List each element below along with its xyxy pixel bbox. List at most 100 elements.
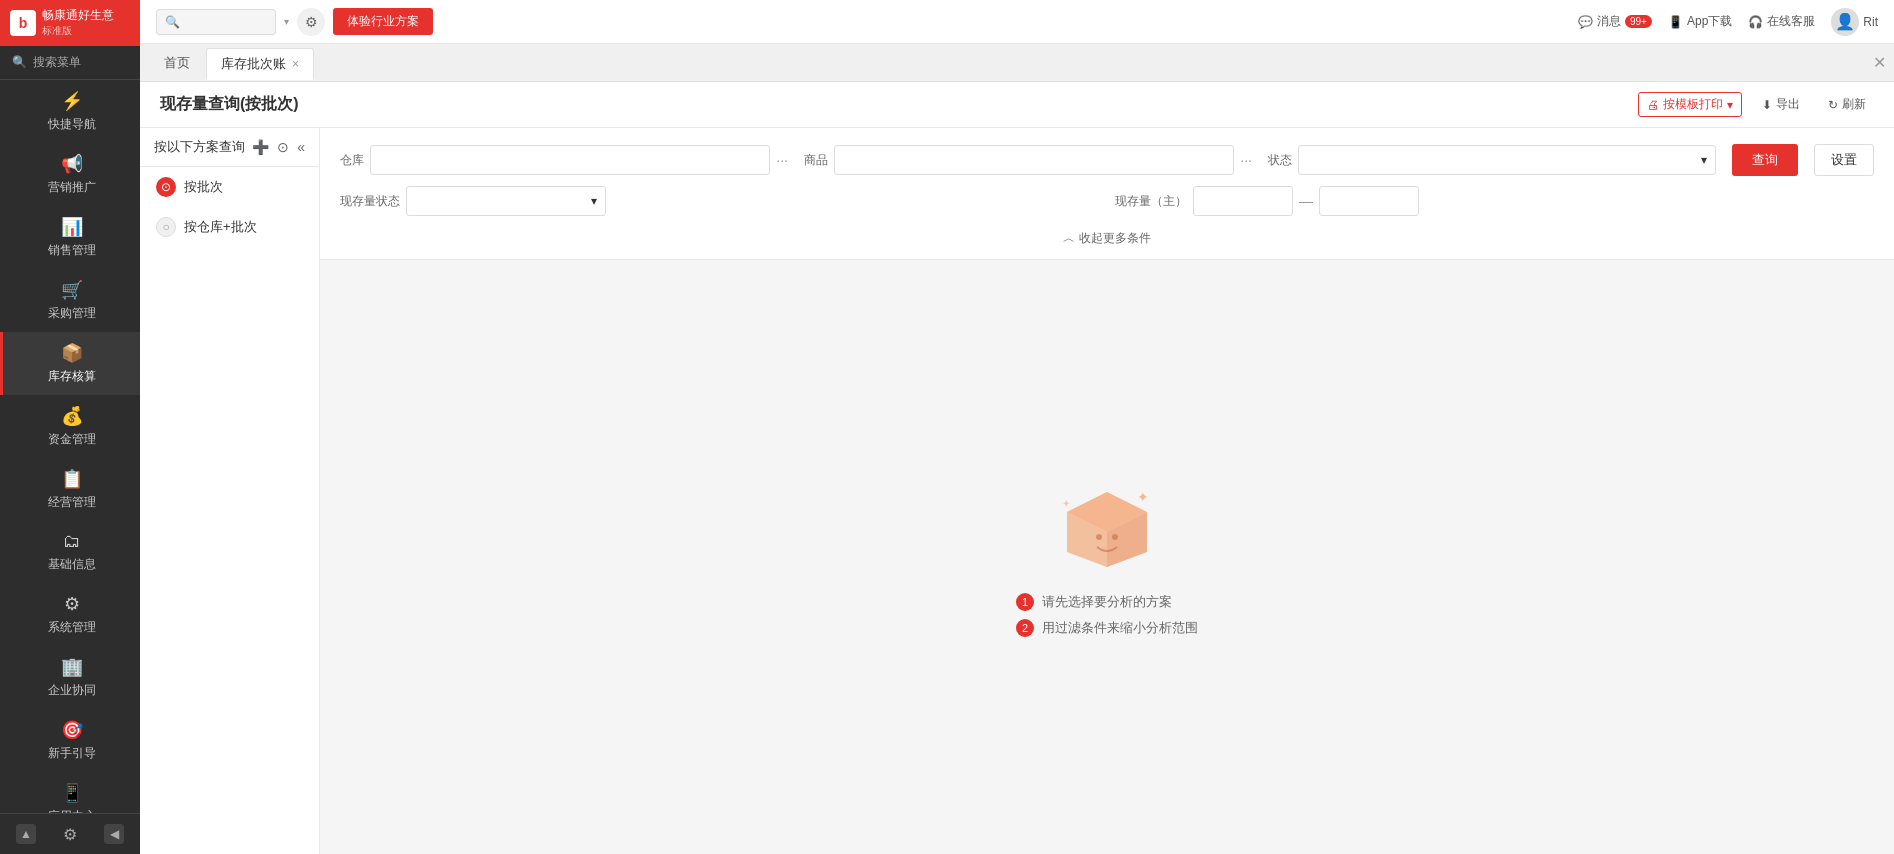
top-bar-left: 🔍 ▾ ⚙ 体验行业方案	[156, 8, 1566, 36]
filter-row-1: 仓库 ··· 商品 ··· 状态 ▾	[340, 144, 1874, 176]
filter-settings-btn[interactable]: ⊙	[277, 139, 289, 155]
inventory-status-select[interactable]: ▾	[406, 186, 606, 216]
messages-btn[interactable]: 💬 消息 99+	[1578, 13, 1652, 30]
print-dropdown-arrow[interactable]: ▾	[1727, 98, 1733, 112]
sidebar-item-guide[interactable]: 🎯 新手引导	[0, 709, 140, 772]
step-2-circle: 2	[1016, 619, 1034, 637]
sidebar-item-enterprise[interactable]: 🏢 企业协同	[0, 646, 140, 709]
search-icon: 🔍	[165, 15, 180, 29]
filter-add-btn[interactable]: ➕	[252, 139, 269, 155]
svg-text:✦: ✦	[1062, 498, 1070, 509]
search-dropdown-arrow[interactable]: ▾	[284, 16, 289, 27]
print-btn[interactable]: 🖨 按模板打印 ▾	[1638, 92, 1742, 117]
product-input[interactable]	[834, 145, 1234, 175]
sidebar-item-label: 基础信息	[48, 556, 96, 573]
purchase-icon: 🛒	[61, 279, 83, 301]
search-icon: 🔍	[12, 55, 27, 69]
settings-footer-btn[interactable]: ⚙	[63, 825, 77, 844]
enterprise-icon: 🏢	[61, 656, 83, 678]
filter-collapse-btn[interactable]: «	[297, 139, 305, 155]
sidebar-item-purchase[interactable]: 🛒 采购管理	[0, 269, 140, 332]
quick-nav-icon: ⚡	[61, 90, 83, 112]
sidebar-item-quick-nav[interactable]: ⚡ 快捷导航	[0, 80, 140, 143]
inventory-qty-to-input[interactable]	[1319, 186, 1419, 216]
sidebar-item-basic[interactable]: 🗂 基础信息	[0, 521, 140, 583]
tab-close-btn[interactable]: ×	[292, 57, 299, 71]
system-icon: ⚙	[64, 593, 80, 615]
sidebar-item-apps[interactable]: 📱 应用中心	[0, 772, 140, 813]
top-search-input[interactable]	[184, 15, 264, 29]
sidebar-item-system[interactable]: ⚙ 系统管理	[0, 583, 140, 646]
product-more-btn[interactable]: ···	[1240, 152, 1252, 168]
sidebar-item-operation[interactable]: 📋 经营管理	[0, 458, 140, 521]
app-download-btn[interactable]: 📱 App下载	[1668, 13, 1732, 30]
filter-panel-title: 按以下方案查询	[154, 138, 245, 156]
inventory-status-field: 现存量状态 ▾	[340, 186, 1099, 216]
messages-icon: 💬	[1578, 15, 1593, 29]
empty-state: ✦ ✦ 1 请先选择要分析的方案 2 用过滤条件来缩小分析范围	[320, 260, 1894, 854]
top-bar-right: 💬 消息 99+ 📱 App下载 🎧 在线客服 👤 Rit	[1578, 8, 1878, 36]
qty-separator: —	[1299, 193, 1313, 209]
filter-item-icon-inactive: ○	[156, 217, 176, 237]
filter-row-2: 现存量状态 ▾ 现存量（主） —	[340, 186, 1874, 216]
experience-btn[interactable]: 体验行业方案	[333, 8, 433, 35]
filter-item-by-batch[interactable]: ⊙ 按批次	[140, 167, 319, 207]
sidebar-footer: ▲ ⚙ ◀	[0, 813, 140, 854]
sidebar-item-sales[interactable]: 📊 销售管理	[0, 206, 140, 269]
tab-panel-close-btn[interactable]: ✕	[1873, 53, 1886, 72]
phone-icon: 📱	[1668, 15, 1683, 29]
step-1-circle: 1	[1016, 593, 1034, 611]
top-search-box[interactable]: 🔍	[156, 9, 276, 35]
inventory-qty-from-input[interactable]	[1193, 186, 1293, 216]
status-select[interactable]: ▾	[1298, 145, 1716, 175]
sidebar-item-marketing[interactable]: 📢 营销推广	[0, 143, 140, 206]
filter-item-icon-active: ⊙	[156, 177, 176, 197]
sidebar-item-label: 采购管理	[48, 305, 96, 322]
settings-btn[interactable]: 设置	[1814, 144, 1874, 176]
empty-state-illustration: ✦ ✦	[1047, 477, 1167, 577]
sidebar-item-finance[interactable]: 💰 资金管理	[0, 395, 140, 458]
top-settings-btn[interactable]: ⚙	[297, 8, 325, 36]
filter-item-label: 按仓库+批次	[184, 218, 257, 236]
svg-text:✦: ✦	[1137, 489, 1149, 505]
empty-step-2: 2 用过滤条件来缩小分析范围	[1016, 619, 1198, 637]
tab-bar: 首页 库存批次账 × ✕	[140, 44, 1894, 82]
warehouse-more-btn[interactable]: ···	[776, 152, 788, 168]
refresh-icon: ↻	[1828, 98, 1838, 112]
user-profile-btn[interactable]: 👤 Rit	[1831, 8, 1878, 36]
warehouse-field: 仓库 ···	[340, 145, 788, 175]
user-avatar: 👤	[1831, 8, 1859, 36]
sidebar-item-label: 销售管理	[48, 242, 96, 259]
app-download-label: App下载	[1687, 13, 1732, 30]
step-2-text: 用过滤条件来缩小分析范围	[1042, 619, 1198, 637]
sidebar-search[interactable]: 🔍 搜索菜单	[0, 46, 140, 80]
status-field: 状态 ▾	[1268, 145, 1716, 175]
avatar-placeholder: 👤	[1835, 12, 1855, 31]
warehouse-input[interactable]	[370, 145, 770, 175]
tab-home[interactable]: 首页	[148, 48, 206, 78]
sales-icon: 📊	[61, 216, 83, 238]
query-btn[interactable]: 查询	[1732, 144, 1798, 176]
operation-icon: 📋	[61, 468, 83, 490]
svg-point-4	[1096, 534, 1102, 540]
scroll-down-btn[interactable]: ◀	[104, 824, 124, 844]
app-edition: 标准版	[42, 24, 114, 38]
top-bar: 🔍 ▾ ⚙ 体验行业方案 💬 消息 99+ 📱 App下载 🎧 在线客服	[140, 0, 1894, 44]
page-title: 现存量查询(按批次)	[160, 94, 299, 115]
online-support-btn[interactable]: 🎧 在线客服	[1748, 13, 1815, 30]
product-label: 商品	[804, 152, 828, 169]
sidebar-item-label: 新手引导	[48, 745, 96, 762]
sidebar-item-label: 系统管理	[48, 619, 96, 636]
messages-label: 消息	[1597, 13, 1621, 30]
collapse-more-btn[interactable]: ︿ 收起更多条件	[340, 226, 1874, 251]
sidebar: b 畅康通好生意 标准版 🔍 搜索菜单 ⚡ 快捷导航 📢 营销推广 📊 销售管理…	[0, 0, 140, 854]
inventory-status-arrow: ▾	[591, 194, 597, 208]
sidebar-item-label: 库存核算	[48, 368, 96, 385]
sidebar-item-inventory[interactable]: 📦 库存核算	[0, 332, 140, 395]
scroll-up-btn[interactable]: ▲	[16, 824, 36, 844]
filter-item-by-warehouse-batch[interactable]: ○ 按仓库+批次	[140, 207, 319, 247]
export-btn[interactable]: ⬇ 导出	[1754, 92, 1808, 117]
refresh-btn[interactable]: ↻ 刷新	[1820, 92, 1874, 117]
inventory-status-label: 现存量状态	[340, 193, 400, 210]
tab-inventory-batch[interactable]: 库存批次账 ×	[206, 48, 314, 80]
